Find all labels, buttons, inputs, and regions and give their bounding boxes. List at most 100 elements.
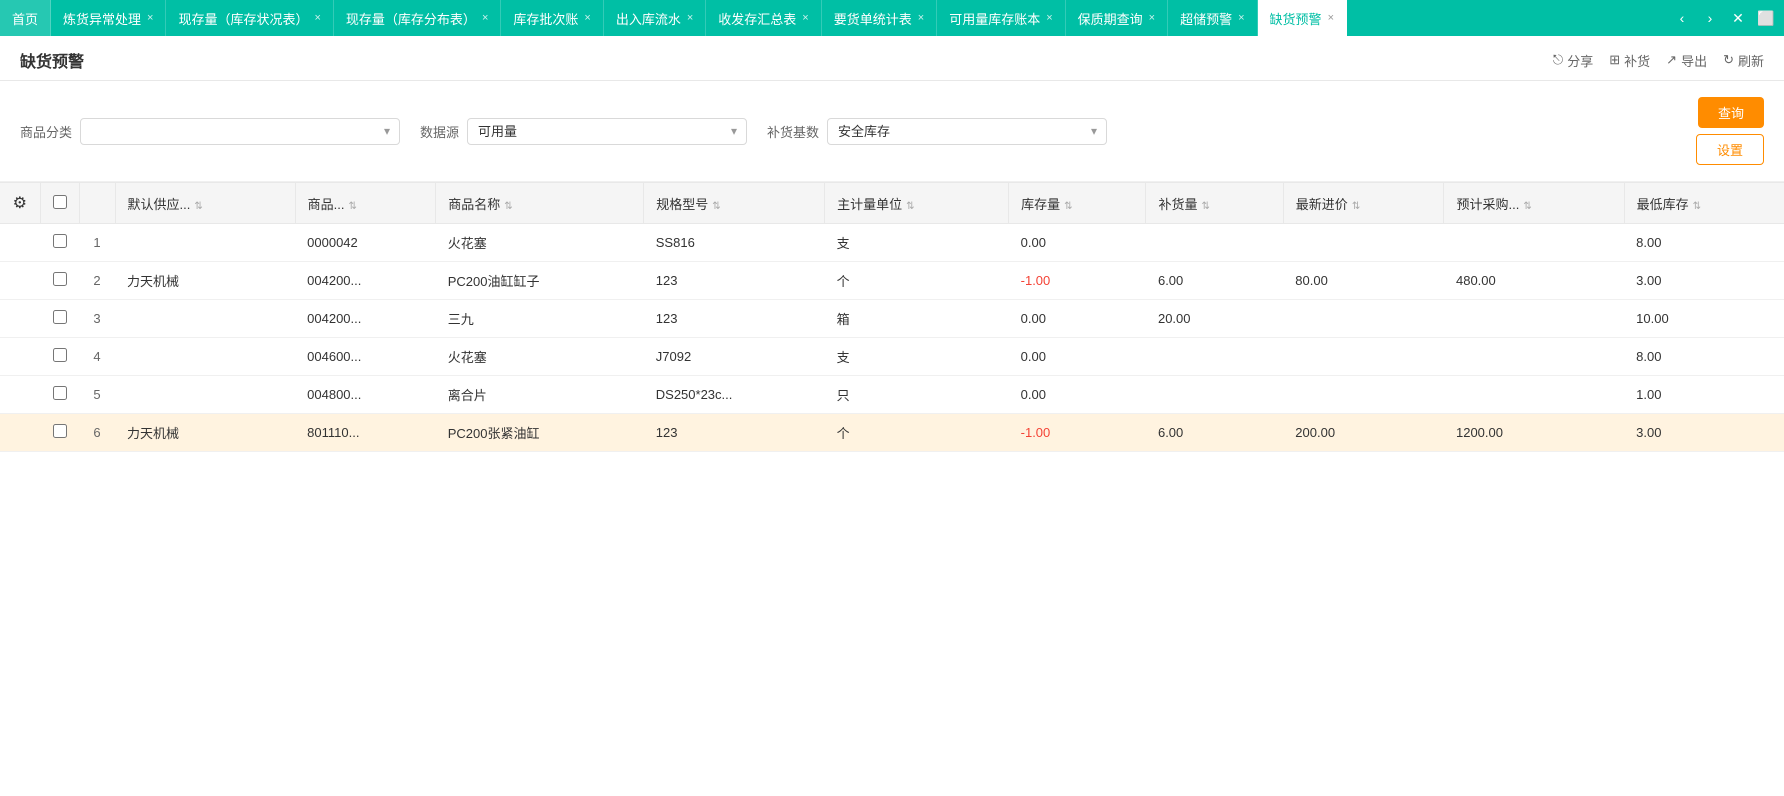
- sort-icon-spec[interactable]: ⇅: [712, 201, 720, 212]
- gear-icon[interactable]: ⚙: [13, 195, 27, 212]
- nav-tab-close-3[interactable]: ×: [482, 12, 488, 24]
- nav-tab-close-5[interactable]: ×: [687, 12, 693, 24]
- row-product_name-5: PC200张紧油缸: [436, 414, 644, 452]
- row-est_purchase-5: 1200.00: [1444, 414, 1624, 452]
- nav-prev-button[interactable]: ‹: [1668, 4, 1696, 32]
- nav-tab-0[interactable]: 首页: [0, 0, 51, 36]
- supplement-icon: ⊞: [1609, 52, 1620, 68]
- select-all-checkbox[interactable]: [53, 195, 67, 209]
- sort-icon-unit[interactable]: ⇅: [906, 201, 914, 212]
- row-checkbox-0[interactable]: [40, 224, 79, 262]
- row-unit-4: 只: [825, 376, 1009, 414]
- nav-tab-close-10[interactable]: ×: [1238, 12, 1244, 24]
- supplement-button[interactable]: ⊞ 补货: [1609, 51, 1650, 70]
- page-title: 缺货预警: [20, 48, 84, 72]
- sort-icon-supplement[interactable]: ⇅: [1201, 201, 1209, 212]
- row-unit-1: 个: [825, 262, 1009, 300]
- nav-tab-11[interactable]: 缺货预警 ×: [1258, 0, 1347, 36]
- export-button[interactable]: ↗ 导出: [1666, 51, 1707, 70]
- nav-tab-close-2[interactable]: ×: [314, 12, 320, 24]
- settings-button[interactable]: 设置: [1696, 134, 1764, 165]
- nav-close-button[interactable]: ✕: [1724, 4, 1752, 32]
- row-stock-2: 0.00: [1009, 300, 1146, 338]
- col-header-checkbox[interactable]: [40, 183, 79, 224]
- col-header-latest_price: 最新进价⇅: [1283, 183, 1444, 224]
- sort-icon-product_code[interactable]: ⇅: [349, 201, 357, 212]
- sort-icon-min_stock[interactable]: ⇅: [1693, 201, 1701, 212]
- row-check-input-5[interactable]: [53, 424, 67, 438]
- row-checkbox-4[interactable]: [40, 376, 79, 414]
- row-latest_price-1: 80.00: [1283, 262, 1444, 300]
- nav-tab-label-10: 超储预警: [1180, 9, 1232, 28]
- row-check-input-4[interactable]: [53, 386, 67, 400]
- row-latest_price-5: 200.00: [1283, 414, 1444, 452]
- nav-next-button[interactable]: ›: [1696, 4, 1724, 32]
- nav-tab-3[interactable]: 现存量（库存分布表） ×: [334, 0, 501, 36]
- nav-tab-8[interactable]: 可用量库存账本 ×: [937, 0, 1065, 36]
- row-stock-1: -1.00: [1009, 262, 1146, 300]
- col-label-min_stock: 最低库存: [1637, 197, 1689, 212]
- nav-tab-label-8: 可用量库存账本: [949, 9, 1040, 28]
- nav-tab-5[interactable]: 出入库流水 ×: [604, 0, 706, 36]
- refresh-button[interactable]: ↻ 刷新: [1723, 51, 1764, 70]
- row-min_stock-3: 8.00: [1624, 338, 1784, 376]
- col-header-supplier: 默认供应...⇅: [115, 183, 295, 224]
- nav-maximize-button[interactable]: ⬜: [1752, 4, 1780, 32]
- row-stock-5: -1.00: [1009, 414, 1146, 452]
- nav-tab-1[interactable]: 炼货异常处理 ×: [51, 0, 166, 36]
- row-est_purchase-0: [1444, 224, 1624, 262]
- nav-tab-6[interactable]: 收发存汇总表 ×: [706, 0, 821, 36]
- nav-tab-label-5: 出入库流水: [616, 9, 681, 28]
- row-checkbox-1[interactable]: [40, 262, 79, 300]
- table-body: 10000042火花塞SS816支0.008.002力天机械004200...P…: [0, 224, 1784, 452]
- row-checkbox-5[interactable]: [40, 414, 79, 452]
- row-product_name-1: PC200油缸缸子: [436, 262, 644, 300]
- sort-icon-latest_price[interactable]: ⇅: [1352, 201, 1360, 212]
- nav-tab-9[interactable]: 保质期查询 ×: [1066, 0, 1168, 36]
- nav-tab-10[interactable]: 超储预警 ×: [1168, 0, 1257, 36]
- row-unit-2: 箱: [825, 300, 1009, 338]
- row-index-5: 6: [79, 414, 115, 452]
- nav-tab-close-8[interactable]: ×: [1046, 12, 1052, 24]
- share-icon: ⎋: [1553, 52, 1563, 68]
- nav-tab-label-3: 现存量（库存分布表）: [346, 9, 476, 28]
- nav-tab-close-11[interactable]: ×: [1328, 12, 1334, 24]
- data-source-select[interactable]: 可用量: [467, 118, 747, 145]
- sort-icon-est_purchase[interactable]: ⇅: [1523, 201, 1531, 212]
- col-header-settings[interactable]: ⚙: [0, 183, 40, 224]
- query-button[interactable]: 查询: [1698, 97, 1764, 128]
- row-est_purchase-3: [1444, 338, 1624, 376]
- row-latest_price-4: [1283, 376, 1444, 414]
- nav-tab-close-4[interactable]: ×: [584, 12, 590, 24]
- row-product_name-0: 火花塞: [436, 224, 644, 262]
- nav-tab-close-1[interactable]: ×: [147, 12, 153, 24]
- row-supplement-3: [1146, 338, 1283, 376]
- nav-tab-close-6[interactable]: ×: [802, 12, 808, 24]
- table-row: 4004600...火花塞J7092支0.008.00: [0, 338, 1784, 376]
- nav-tab-close-7[interactable]: ×: [918, 12, 924, 24]
- sort-icon-supplier[interactable]: ⇅: [194, 201, 202, 212]
- nav-tab-2[interactable]: 现存量（库存状况表） ×: [166, 0, 333, 36]
- nav-tab-close-9[interactable]: ×: [1149, 12, 1155, 24]
- row-check-input-3[interactable]: [53, 348, 67, 362]
- share-button[interactable]: ⎋ 分享: [1553, 51, 1593, 70]
- nav-tab-4[interactable]: 库存批次账 ×: [501, 0, 603, 36]
- col-label-product_code: 商品...: [308, 197, 345, 212]
- nav-tab-label-7: 要货单统计表: [834, 9, 912, 28]
- row-checkbox-3[interactable]: [40, 338, 79, 376]
- row-spec-4: DS250*23c...: [644, 376, 825, 414]
- commodity-category-select[interactable]: [80, 118, 400, 145]
- row-unit-0: 支: [825, 224, 1009, 262]
- supplement-base-select[interactable]: 安全库存: [827, 118, 1107, 145]
- row-settings-2: [0, 300, 40, 338]
- nav-tabs: 首页炼货异常处理 ×现存量（库存状况表） ×现存量（库存分布表） ×库存批次账 …: [0, 0, 1784, 36]
- row-check-input-1[interactable]: [53, 272, 67, 286]
- nav-tab-7[interactable]: 要货单统计表 ×: [822, 0, 937, 36]
- sort-icon-stock[interactable]: ⇅: [1064, 201, 1072, 212]
- row-checkbox-2[interactable]: [40, 300, 79, 338]
- row-product_name-4: 离合片: [436, 376, 644, 414]
- row-spec-2: 123: [644, 300, 825, 338]
- row-check-input-2[interactable]: [53, 310, 67, 324]
- sort-icon-product_name[interactable]: ⇅: [504, 201, 512, 212]
- row-check-input-0[interactable]: [53, 234, 67, 248]
